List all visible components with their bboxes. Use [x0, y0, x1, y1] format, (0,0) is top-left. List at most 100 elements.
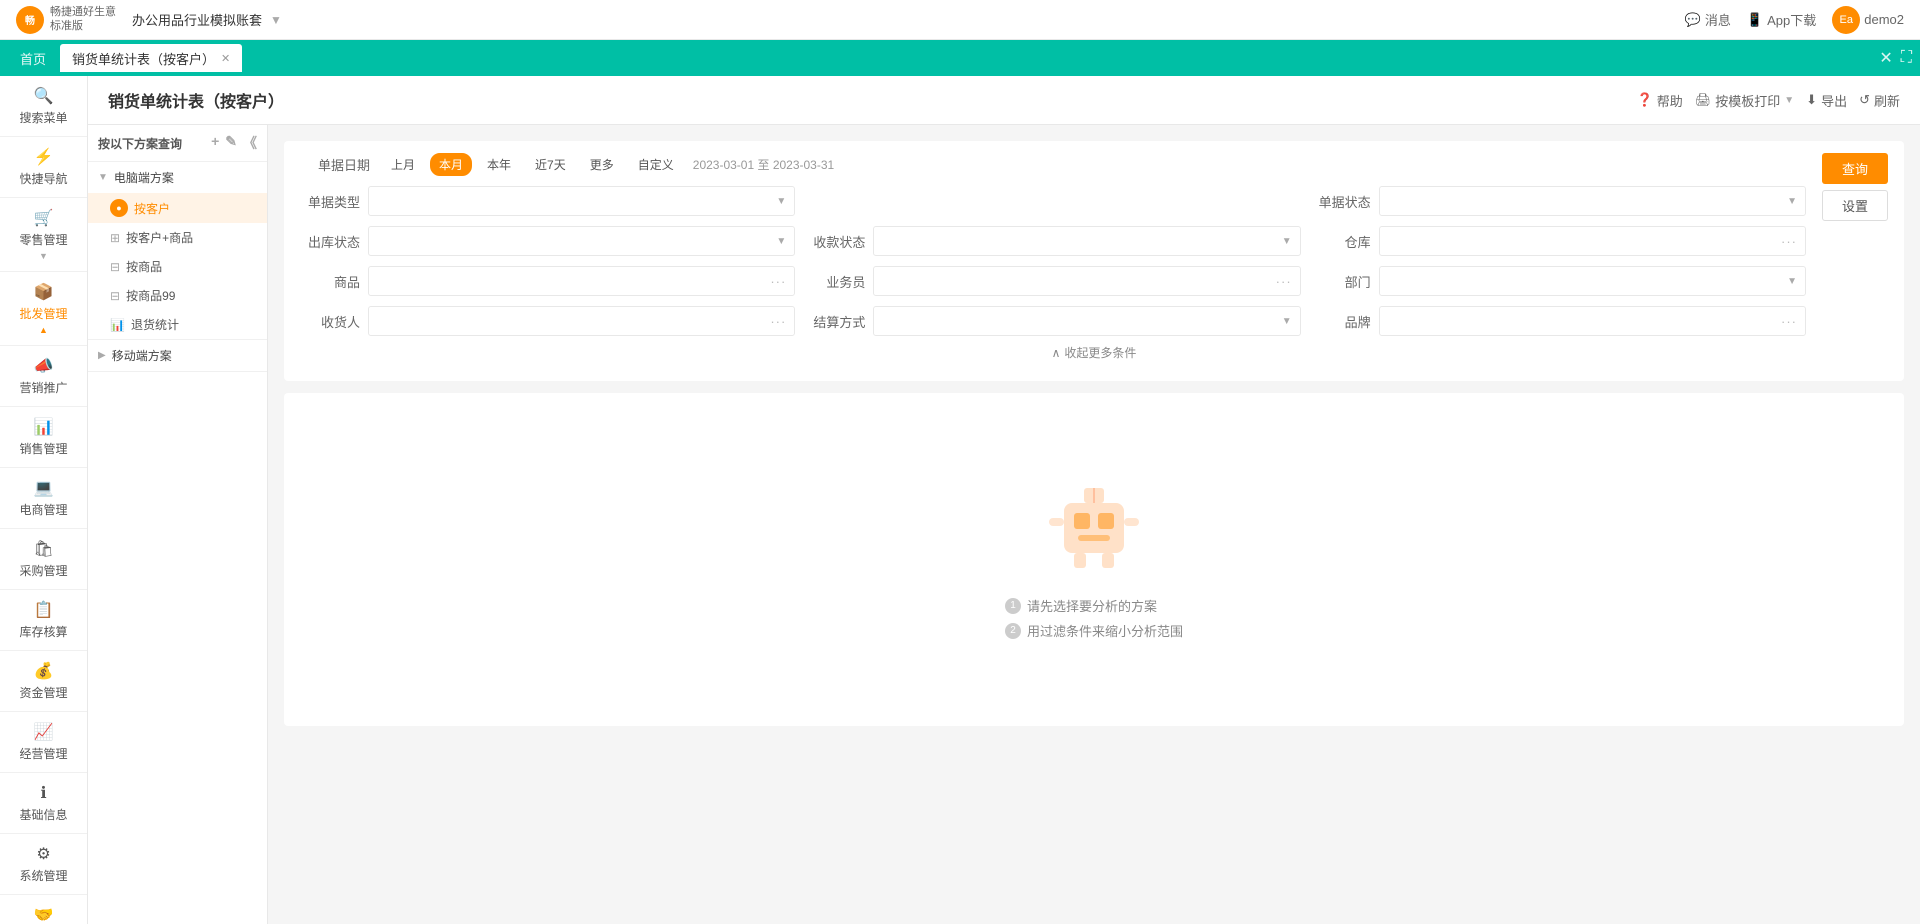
scheme-by-customer[interactable]: ● 按客户 [88, 193, 267, 223]
empty-illustration [1034, 473, 1154, 576]
message-btn[interactable]: 💬 消息 [1685, 10, 1731, 29]
page-actions: ❓ 帮助 🖨 按模板打印 ▼ ⬇ 导出 ↺ 刷新 [1637, 91, 1900, 122]
shipment-label: 出库状态 [300, 232, 360, 251]
filter-grid-row4: 商品 ··· 业务员 ··· [300, 266, 1806, 296]
sidebar-item-system[interactable]: ⚙ 系统管理 [0, 834, 87, 895]
data-area: 1 请先选择要分析的方案 2 用过滤条件来缩小分析范围 [284, 393, 1904, 726]
filter-cell-brand: 品牌 ··· [1311, 306, 1806, 336]
scheme-by-customer-product[interactable]: ⊞ 按客户+商品 [88, 223, 267, 252]
scheme-by-product99[interactable]: ⊟ 按商品99 [88, 281, 267, 310]
filter-cell-salesperson: 业务员 ··· [805, 266, 1300, 296]
order-status-input[interactable]: ▼ [1379, 186, 1806, 216]
app-download-btn[interactable]: 📱 App下载 [1747, 10, 1816, 29]
settings-btn[interactable]: 设置 [1822, 190, 1888, 221]
header-left: 畅 畅捷通好生意 标准版 办公用品行业模拟账套 ▼ [16, 6, 282, 34]
sidebar-item-marketing[interactable]: 📣 营销推广 [0, 346, 87, 407]
order-type-arrow: ▼ [776, 196, 786, 207]
receiver-dots: ··· [770, 314, 786, 329]
avatar: Ea [1832, 6, 1860, 34]
page-header: 销货单统计表（按客户） ❓ 帮助 🖨 按模板打印 ▼ ⬇ 导出 ↺ 刷新 [88, 76, 1920, 125]
sidebar-item-purchase[interactable]: 🛍 采购管理 [0, 529, 87, 590]
scheme-group-mobile-header[interactable]: ▶ 移动端方案 [88, 340, 267, 371]
order-status-arrow: ▼ [1787, 196, 1797, 207]
main-layout: 🔍 搜索菜单 ⚡ 快捷导航 🛒 零售管理 ▼ 📦 批发管理 ▲ 📣 营销推广 📊… [0, 76, 1920, 924]
brand-dots: ··· [1781, 314, 1797, 329]
download-icon: 📱 [1747, 12, 1763, 28]
receipt-input[interactable]: ▼ [873, 226, 1300, 256]
receiver-label: 收货人 [300, 312, 360, 331]
export-btn[interactable]: ⬇ 导出 [1806, 91, 1847, 110]
scheme-return-stats[interactable]: 📊 退货统计 [88, 310, 267, 339]
filter-cell-department: 部门 ▼ [1311, 266, 1806, 296]
active-scheme-icon: ● [110, 199, 128, 217]
date-label: 单据日期 [300, 155, 370, 174]
print-btn[interactable]: 🖨 按模板打印 ▼ [1695, 91, 1794, 110]
header-right: 💬 消息 📱 App下载 Ea demo2 [1685, 6, 1904, 34]
sidebar-item-sales[interactable]: 📊 销售管理 [0, 407, 87, 468]
goods-input[interactable]: ··· [368, 266, 795, 296]
collapse-bar[interactable]: ∧ 收起更多条件 [300, 336, 1888, 369]
date-btn-this-year[interactable]: 本年 [478, 153, 520, 176]
expand-icon: ▼ [98, 172, 108, 183]
help-btn[interactable]: ❓ 帮助 [1637, 91, 1683, 110]
department-input[interactable]: ▼ [1379, 266, 1806, 296]
salesperson-label: 业务员 [805, 272, 865, 291]
sales-tab-label: 销货单统计表（按客户） [72, 49, 215, 68]
tab-maximize-icon[interactable]: ⛶ [1901, 49, 1912, 67]
empty-tips: 1 请先选择要分析的方案 2 用过滤条件来缩小分析范围 [1005, 596, 1183, 646]
edit-scheme-btn[interactable]: ✎ [225, 133, 237, 153]
tab-home[interactable]: 首页 [8, 44, 58, 72]
sidebar-item-finance[interactable]: 💰 资金管理 [0, 651, 87, 712]
receipt-label: 收款状态 [805, 232, 865, 251]
date-btn-7days[interactable]: 近7天 [526, 153, 575, 176]
date-btn-more[interactable]: 更多 [581, 153, 623, 176]
department-arrow: ▼ [1787, 276, 1797, 287]
sidebar-quick-nav[interactable]: ⚡ 快捷导航 [0, 137, 87, 198]
sidebar-item-ecommerce[interactable]: 💻 电商管理 [0, 468, 87, 529]
scheme-by-product[interactable]: ⊟ 按商品 [88, 252, 267, 281]
message-icon: 💬 [1685, 12, 1701, 28]
order-type-input[interactable]: ▼ [368, 186, 795, 216]
payment-label: 结算方式 [805, 312, 865, 331]
date-btn-this-month[interactable]: 本月 [430, 153, 472, 176]
tip-num-2: 2 [1005, 623, 1021, 639]
collapse-panel-btn[interactable]: 《 [243, 133, 257, 153]
receiver-input[interactable]: ··· [368, 306, 795, 336]
tab-close-icon[interactable]: ✕ [221, 52, 230, 65]
sidebar-search[interactable]: 🔍 搜索菜单 [0, 76, 87, 137]
dropdown-icon[interactable]: ▼ [270, 13, 282, 27]
warehouse-input[interactable]: ··· [1379, 226, 1806, 256]
sidebar-item-basic-info[interactable]: ℹ 基础信息 [0, 773, 87, 834]
user-area[interactable]: Ea demo2 [1832, 6, 1904, 34]
home-tab-label: 首页 [20, 49, 46, 68]
date-filter-group: 上月 本月 本年 近7天 更多 自定义 2023-03-01 至 2023-03… [382, 153, 1806, 176]
tab-bar-actions: ✕ ⛶ [1879, 48, 1912, 68]
filter-cell-goods: 商品 ··· [300, 266, 795, 296]
sidebar-item-inventory[interactable]: 📋 库存核算 [0, 590, 87, 651]
sidebar-item-cooperation[interactable]: 🤝 企业协同 [0, 895, 87, 924]
tab-close-all-icon[interactable]: ✕ [1879, 48, 1892, 68]
date-btn-last-month[interactable]: 上月 [382, 153, 424, 176]
query-btn[interactable]: 查询 [1822, 153, 1888, 184]
salesperson-input[interactable]: ··· [873, 266, 1300, 296]
query-buttons: 查询 设置 [1822, 153, 1888, 221]
retail-arrow: ▼ [39, 251, 48, 261]
sidebar-item-operations[interactable]: 📈 经营管理 [0, 712, 87, 773]
add-scheme-btn[interactable]: + [211, 133, 219, 153]
filter-cell-receiver: 收货人 ··· [300, 306, 795, 336]
filter-grid-row5: 收货人 ··· 结算方式 ▼ [300, 306, 1806, 336]
brand-input[interactable]: ··· [1379, 306, 1806, 336]
scheme-group-desktop-header[interactable]: ▼ 电脑端方案 [88, 162, 267, 193]
shipment-input[interactable]: ▼ [368, 226, 795, 256]
order-status-label: 单据状态 [1311, 192, 1371, 211]
filter-cell-payment: 结算方式 ▼ [805, 306, 1300, 336]
quick-nav-icon: ⚡ [34, 147, 54, 167]
refresh-btn[interactable]: ↺ 刷新 [1859, 91, 1900, 110]
sidebar-item-retail[interactable]: 🛒 零售管理 ▼ [0, 198, 87, 272]
date-btn-custom[interactable]: 自定义 [629, 153, 683, 176]
sidebar-item-wholesale[interactable]: 📦 批发管理 ▲ [0, 272, 87, 346]
tab-sales-report[interactable]: 销货单统计表（按客户） ✕ [60, 44, 242, 72]
filter-cell-warehouse: 仓库 ··· [1311, 226, 1806, 256]
payment-input[interactable]: ▼ [873, 306, 1300, 336]
sidebar: 🔍 搜索菜单 ⚡ 快捷导航 🛒 零售管理 ▼ 📦 批发管理 ▲ 📣 营销推广 📊… [0, 76, 88, 924]
